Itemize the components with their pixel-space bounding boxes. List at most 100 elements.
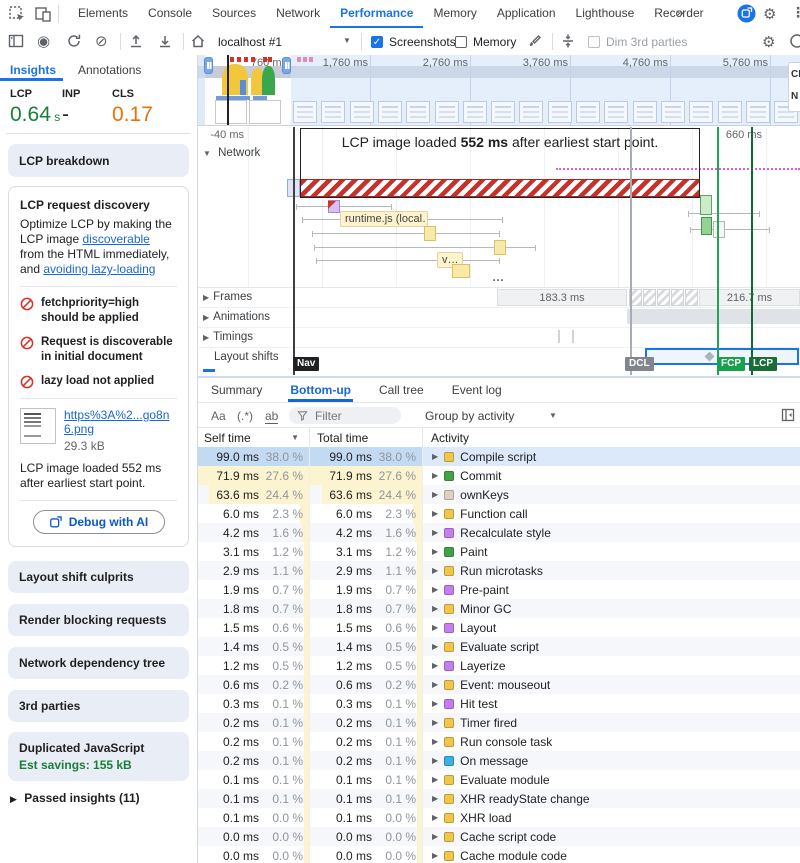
filmstrip-thumbnail[interactable] <box>689 101 714 123</box>
filmstrip-thumbnail[interactable] <box>215 100 247 124</box>
details-tab-bottom-up[interactable]: Bottom-up <box>288 378 353 402</box>
insight-card-network-dependency-tree[interactable]: Network dependency tree <box>8 647 189 679</box>
whole-word-button[interactable]: ab <box>265 409 279 424</box>
marker-fcp[interactable]: FCP <box>717 357 745 371</box>
insight-card-duplicated-javascript[interactable]: Duplicated JavaScript Est savings: 155 kB <box>8 732 189 781</box>
tab-application[interactable]: Application <box>487 0 566 28</box>
record-icon[interactable]: ◉ <box>37 32 50 50</box>
network-request-bar[interactable] <box>701 217 712 235</box>
filmstrip-thumbnail[interactable] <box>321 101 346 123</box>
tab-memory[interactable]: Memory <box>423 0 486 28</box>
expand-icon[interactable]: ▶ <box>432 756 438 765</box>
dropped-frame[interactable] <box>657 289 670 306</box>
marker-dcl[interactable]: DCL <box>625 357 654 371</box>
bottomup-row-layout[interactable]: 1.5 ms 0.6 % 1.5 ms 0.6 % ▶ Layout <box>197 618 800 637</box>
filmstrip-thumbnail[interactable] <box>632 101 657 123</box>
bottomup-row-function-call[interactable]: 6.0 ms 2.3 % 6.0 ms 2.3 % ▶ Function call <box>197 504 800 523</box>
bottomup-row-evaluate-module[interactable]: 0.1 ms 0.1 % 0.1 ms 0.1 % ▶ Evaluate module <box>197 770 800 789</box>
expand-icon[interactable]: ▶ <box>432 452 438 461</box>
frame-duration-box[interactable]: 216.7 ms <box>699 289 800 306</box>
ai-assistance-icon[interactable] <box>737 4 756 23</box>
column-self-time[interactable]: Self time ▼ <box>197 428 310 447</box>
status-circle-icon[interactable] <box>789 33 800 49</box>
track-animations[interactable]: ▶ Animations <box>203 311 270 323</box>
bottomup-row-cache-script-code[interactable]: 0.0 ms 0.0 % 0.0 ms 0.0 % ▶ Cache script code <box>197 827 800 846</box>
reload-record-icon[interactable] <box>66 33 82 49</box>
tab-console[interactable]: Console <box>138 0 202 28</box>
clear-icon[interactable]: ⊘ <box>95 32 108 50</box>
minimap-left-handle[interactable] <box>204 57 213 74</box>
filmstrip-thumbnail[interactable] <box>717 101 742 123</box>
filmstrip-thumbnail[interactable] <box>462 101 487 123</box>
expand-icon[interactable]: ▶ <box>432 832 438 841</box>
filmstrip-thumbnail[interactable] <box>547 101 572 123</box>
filmstrip-thumbnail[interactable] <box>660 101 685 123</box>
network-request-bar[interactable] <box>713 221 725 238</box>
tab-lighthouse[interactable]: Lighthouse <box>566 0 645 28</box>
device-toolbar-icon[interactable] <box>34 5 52 23</box>
insight-card-lcp-breakdown[interactable]: LCP breakdown <box>8 144 189 177</box>
marker-lcp[interactable]: LCP <box>749 357 777 371</box>
filmstrip-thumbnail[interactable] <box>377 101 402 123</box>
group-by-select[interactable]: Group by activity <box>425 409 514 423</box>
capture-settings-gear-icon[interactable]: ⚙ <box>762 33 775 51</box>
bottomup-row-recalculate-style[interactable]: 4.2 ms 1.6 % 4.2 ms 1.6 % ▶ Recalculate style <box>197 523 800 542</box>
expand-icon[interactable]: ▶ <box>432 680 438 689</box>
screenshots-checkbox[interactable]: ✓ <box>371 36 383 48</box>
expand-icon[interactable]: ▶ <box>432 471 438 480</box>
expand-icon[interactable]: ▶ <box>432 490 438 499</box>
tab-sources[interactable]: Sources <box>202 0 266 28</box>
expand-icon[interactable]: ▶ <box>432 623 438 632</box>
bottomup-row-event-mouseout[interactable]: 0.6 ms 0.2 % 0.6 ms 0.2 % ▶ Event: mouseout <box>197 675 800 694</box>
track-timings[interactable]: ▶ Timings <box>203 331 253 343</box>
bottomup-row-ownkeys[interactable]: 63.6 ms 24.4 % 63.6 ms 24.4 % ▶ ownKeys <box>197 485 800 504</box>
expand-icon[interactable]: ▶ <box>432 813 438 822</box>
network-track-toggle[interactable]: ▼ Network <box>203 147 260 159</box>
collapse-recording-icon[interactable] <box>560 33 576 49</box>
show-details-sidebar-icon[interactable] <box>781 408 795 422</box>
details-tab-summary[interactable]: Summary <box>209 378 264 402</box>
filmstrip-thumbnail[interactable] <box>491 101 516 123</box>
expand-icon[interactable]: ▶ <box>432 509 438 518</box>
expand-icon[interactable]: ▶ <box>432 661 438 670</box>
minimap-right-handle[interactable] <box>282 57 291 74</box>
filmstrip-thumbnail[interactable] <box>576 101 600 123</box>
filmstrip-thumbnail[interactable] <box>249 100 281 124</box>
network-request-bar[interactable] <box>494 240 506 255</box>
bottomup-row-xhr-load[interactable]: 0.1 ms 0.0 % 0.1 ms 0.0 % ▶ XHR load <box>197 808 800 827</box>
column-total-time[interactable]: Total time <box>310 428 423 447</box>
gc-brush-icon[interactable] <box>527 33 543 49</box>
insight-card-render-blocking-requests[interactable]: Render blocking requests <box>8 604 189 636</box>
passed-insights-toggle[interactable]: ▶ Passed insights (11) <box>10 791 140 805</box>
expand-icon[interactable]: ▶ <box>432 851 438 860</box>
expand-icon[interactable]: ▶ <box>432 699 438 708</box>
dropped-frame[interactable] <box>685 289 698 306</box>
filmstrip-thumbnail[interactable] <box>434 101 459 123</box>
settings-gear-icon[interactable]: ⚙ <box>763 5 776 23</box>
expand-icon[interactable]: ▶ <box>432 585 438 594</box>
insight-card-layout-shift-culprits[interactable]: Layout shift culprits <box>8 561 189 593</box>
inspect-icon[interactable] <box>8 5 26 23</box>
memory-checkbox[interactable] <box>455 36 467 48</box>
expand-icon[interactable]: ▶ <box>432 547 438 556</box>
tab-annotations[interactable]: Annotations <box>78 63 141 77</box>
bottomup-row-commit[interactable]: 71.9 ms 27.6 % 71.9 ms 27.6 % ▶ Commit <box>197 466 800 485</box>
expand-icon[interactable]: ▶ <box>432 737 438 746</box>
expand-icon[interactable]: ▶ <box>432 566 438 575</box>
filter-input[interactable] <box>313 407 387 424</box>
bottomup-row-layerize[interactable]: 1.2 ms 0.5 % 1.2 ms 0.5 % ▶ Layerize <box>197 656 800 675</box>
bottomup-row-compile-script[interactable]: 99.0 ms 38.0 % 99.0 ms 38.0 % ▶ Compile scrip… <box>197 447 800 466</box>
tab-network[interactable]: Network <box>266 0 330 28</box>
details-tab-call-tree[interactable]: Call tree <box>377 378 426 402</box>
regex-button[interactable]: (.*) <box>237 409 253 423</box>
insight-card-lcp-request-discovery[interactable]: LCP request discovery Optimize LCP by ma… <box>8 186 189 547</box>
track-layout-shifts[interactable]: Layout shifts <box>214 351 279 363</box>
expand-icon[interactable]: ▶ <box>432 642 438 651</box>
bottomup-row-run-microtasks[interactable]: 2.9 ms 1.1 % 2.9 ms 1.1 % ▶ Run microtasks <box>197 561 800 580</box>
download-profile-icon[interactable] <box>157 33 173 49</box>
debug-with-ai-button[interactable]: Debug with AI <box>32 510 165 534</box>
network-request-bar[interactable] <box>452 264 470 278</box>
expand-icon[interactable]: ▶ <box>432 604 438 613</box>
more-tabs-icon[interactable]: » <box>676 4 684 20</box>
bottomup-row-hit-test[interactable]: 0.3 ms 0.1 % 0.3 ms 0.1 % ▶ Hit test <box>197 694 800 713</box>
